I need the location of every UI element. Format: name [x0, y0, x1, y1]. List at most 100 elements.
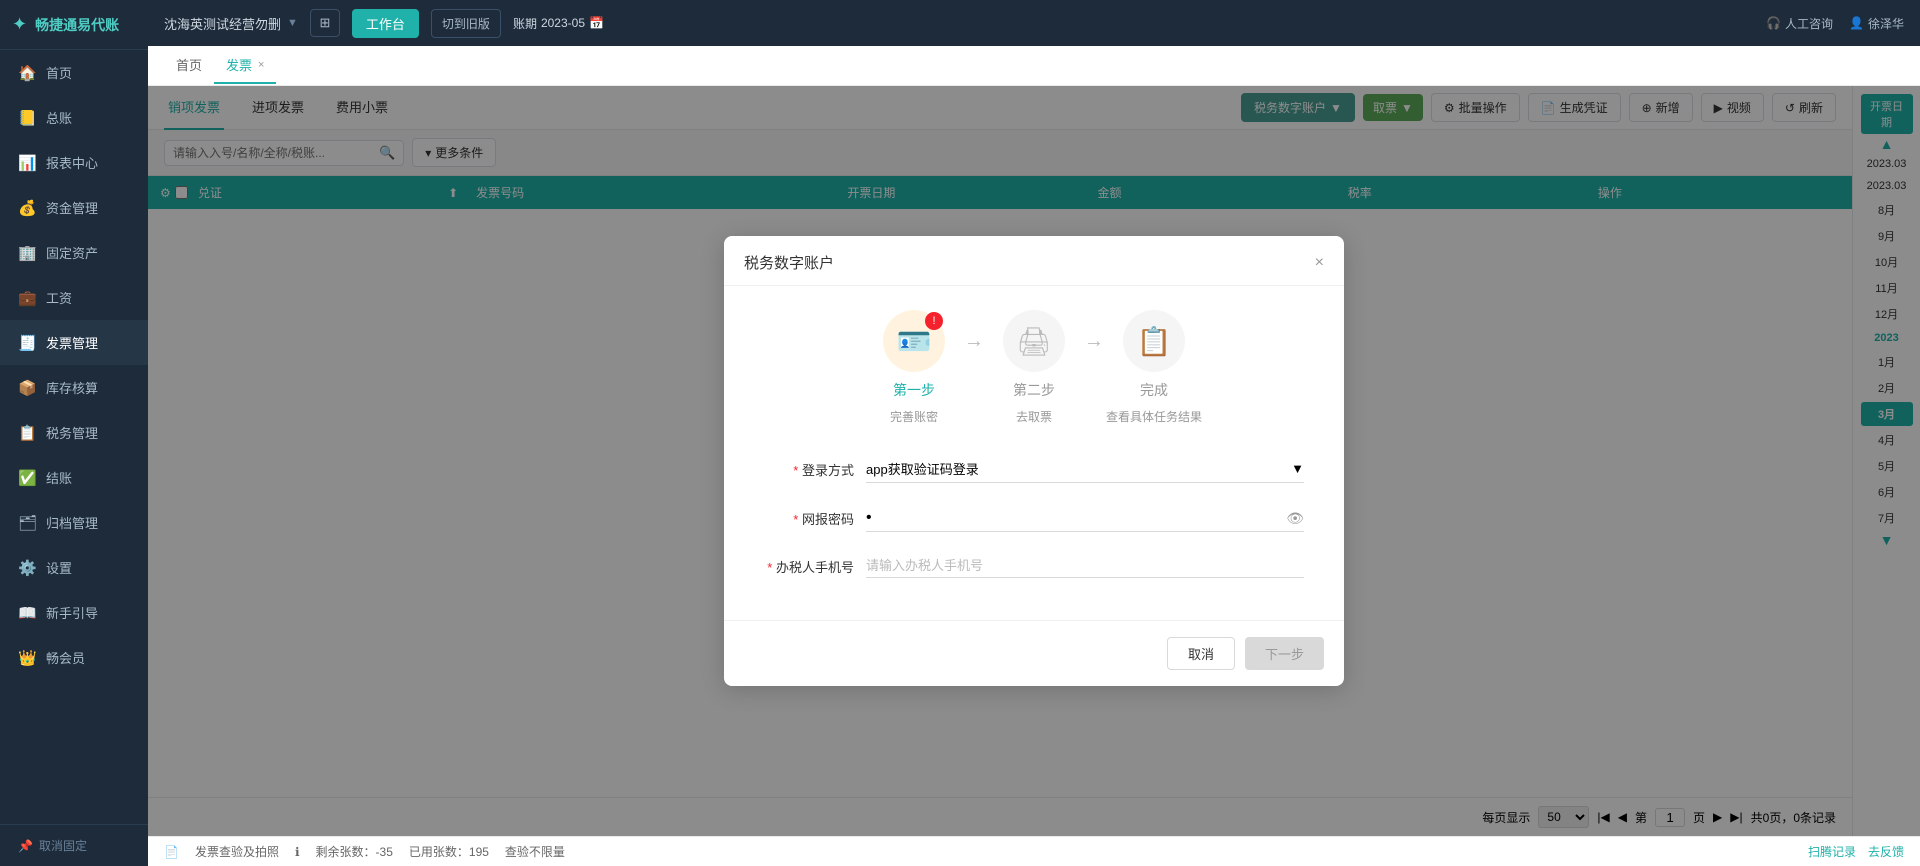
login-method-select[interactable]: app获取验证码登录 ▼: [866, 455, 1304, 483]
phone-label: * 办税人手机号: [764, 557, 854, 576]
avatar-icon: 👤: [1849, 16, 1864, 30]
modal-overlay: 税务数字账户 × 🪪 !: [148, 86, 1920, 836]
check-label: 发票查验及拍照: [195, 843, 279, 860]
step-3: 📋 完成 查看具体任务结果: [1104, 310, 1204, 425]
sidebar-item-invoice[interactable]: 🧾 发票管理: [0, 320, 148, 365]
sidebar-item-fund[interactable]: 💰 资金管理: [0, 185, 148, 230]
sidebar-item-label: 结账: [46, 468, 72, 487]
tab-invoice-label: 发票: [226, 55, 252, 74]
salary-icon: 💼: [18, 289, 36, 307]
tab-invoice[interactable]: 发票 ×: [214, 47, 276, 84]
step-3-icon-glyph: 📋: [1137, 325, 1172, 358]
sidebar-item-guide[interactable]: 📖 新手引导: [0, 590, 148, 635]
remaining-label: 剩余张数：-35: [316, 843, 393, 860]
user-button[interactable]: 👤 徐泽华: [1849, 15, 1904, 32]
step-1-icon: 🪪 !: [883, 310, 945, 372]
sidebar-item-label: 库存核算: [46, 378, 98, 397]
sidebar-item-settings[interactable]: ⚙️ 设置: [0, 545, 148, 590]
cancel-fixed-button[interactable]: 📌 取消固定: [0, 824, 148, 866]
sidebar-item-stock[interactable]: 📦 库存核算: [0, 365, 148, 410]
modal-title: 税务数字账户: [744, 252, 834, 273]
modal-form: * 登录方式 app获取验证码登录 ▼: [764, 455, 1304, 578]
sidebar-item-label: 总账: [46, 108, 72, 127]
sidebar-item-ledger[interactable]: 📒 总账: [0, 95, 148, 140]
support-icon: 🎧: [1766, 16, 1781, 30]
tab-home[interactable]: 首页: [164, 47, 214, 84]
logo-text: 畅捷通易代账: [35, 15, 119, 35]
guide-icon: 📖: [18, 604, 36, 622]
step-2-icon: 🖨: [1003, 310, 1065, 372]
cancel-fixed-label: 取消固定: [39, 837, 87, 854]
step-2: 🖨 第二步 去取票: [984, 310, 1084, 425]
workbench-button[interactable]: 工作台: [352, 9, 419, 38]
sidebar-item-label: 工资: [46, 288, 72, 307]
sidebar-item-home[interactable]: 🏠 首页: [0, 50, 148, 95]
company-arrow-icon: ▼: [287, 17, 298, 29]
main-area: 沈海英测试经营勿删 ▼ ⊞ 工作台 切到旧版 账期 2023-05 📅 🎧 人工…: [148, 0, 1920, 866]
stock-icon: 📦: [18, 379, 36, 397]
sidebar-logo: ✦ 畅捷通易代账: [0, 0, 148, 50]
settle-icon: ✅: [18, 469, 36, 487]
settings-icon: ⚙️: [18, 559, 36, 577]
modal-close-button[interactable]: ×: [1315, 254, 1324, 272]
sidebar-item-salary[interactable]: 💼 工资: [0, 275, 148, 320]
no-check-label: 查验不限量: [505, 843, 565, 860]
sidebar-item-label: 固定资产: [46, 243, 98, 262]
company-selector[interactable]: 沈海英测试经营勿删 ▼: [164, 14, 298, 33]
step-1-icon-glyph: 🪪: [897, 325, 932, 358]
password-wrap: 👁: [866, 505, 1304, 532]
sidebar-item-tax[interactable]: 📋 税务管理: [0, 410, 148, 455]
login-method-label: * 登录方式: [764, 460, 854, 479]
home-icon: 🏠: [18, 64, 36, 82]
archive-icon: 🗂: [18, 514, 36, 532]
step-1: 🪪 ! 第一步 完善账密: [864, 310, 964, 425]
company-name: 沈海英测试经营勿删: [164, 14, 281, 33]
sidebar-item-label: 报表中心: [46, 153, 98, 172]
login-method-row: * 登录方式 app获取验证码登录 ▼: [764, 455, 1304, 483]
password-label: * 网报密码: [764, 509, 854, 528]
cut-old-button[interactable]: 切到旧版: [431, 9, 501, 38]
info-icon: ℹ: [295, 845, 300, 859]
tab-home-label: 首页: [176, 55, 202, 74]
sidebar-item-label: 设置: [46, 558, 72, 577]
feedback-link[interactable]: 去反馈: [1868, 843, 1904, 860]
step-1-badge: !: [925, 312, 943, 330]
sidebar-item-asset[interactable]: 🏢 固定资产: [0, 230, 148, 275]
sidebar-item-member[interactable]: 👑 畅会员: [0, 635, 148, 680]
step-2-desc: 去取票: [1016, 408, 1052, 425]
content-area: 首页 发票 × 销项发票 进项发票: [148, 46, 1920, 866]
password-input[interactable]: [866, 505, 1286, 531]
sidebar-item-report[interactable]: 📊 报表中心: [0, 140, 148, 185]
cancel-button[interactable]: 取消: [1167, 637, 1235, 670]
login-method-dropdown-icon: ▼: [1291, 461, 1304, 476]
tabs-bar: 首页 发票 ×: [148, 46, 1920, 86]
sidebar-item-label: 资金管理: [46, 198, 98, 217]
login-method-value: app获取验证码登录: [866, 459, 979, 478]
step-1-desc: 完善账密: [890, 408, 938, 425]
tab-invoice-close[interactable]: ×: [258, 59, 264, 71]
sidebar-item-settle[interactable]: ✅ 结账: [0, 455, 148, 500]
sidebar-item-archive[interactable]: 🗂 归档管理: [0, 500, 148, 545]
period-display: 账期 2023-05 📅: [513, 15, 604, 32]
step-arrow-2: →: [1084, 330, 1104, 353]
step-arrow-1: →: [964, 330, 984, 353]
step-2-icon-glyph: 🖨: [1016, 325, 1052, 358]
arrow-2-3: →: [1084, 330, 1104, 353]
support-button[interactable]: 🎧 人工咨询: [1766, 15, 1833, 32]
next-button[interactable]: 下一步: [1245, 637, 1324, 670]
step-2-label: 第二步: [1013, 380, 1055, 400]
steps-container: 🪪 ! 第一步 完善账密 →: [764, 310, 1304, 425]
sidebar-item-label: 畅会员: [46, 648, 85, 667]
member-icon: 👑: [18, 649, 36, 667]
bottom-bar: 📄 发票查验及拍照 ℹ 剩余张数：-35 已用张数：195 查验不限量 扫腾记录…: [148, 836, 1920, 866]
fund-icon: 💰: [18, 199, 36, 217]
company-icon-button[interactable]: ⊞: [310, 9, 340, 37]
modal-footer: 取消 下一步: [724, 620, 1344, 686]
tax-icon: 📋: [18, 424, 36, 442]
sidebar-item-label: 税务管理: [46, 423, 98, 442]
modal-body: 🪪 ! 第一步 完善账密 →: [724, 286, 1344, 620]
scan-link[interactable]: 扫腾记录: [1808, 843, 1856, 860]
eye-icon[interactable]: 👁: [1286, 510, 1304, 527]
step-1-label: 第一步: [893, 380, 935, 400]
phone-input[interactable]: [866, 554, 1304, 578]
